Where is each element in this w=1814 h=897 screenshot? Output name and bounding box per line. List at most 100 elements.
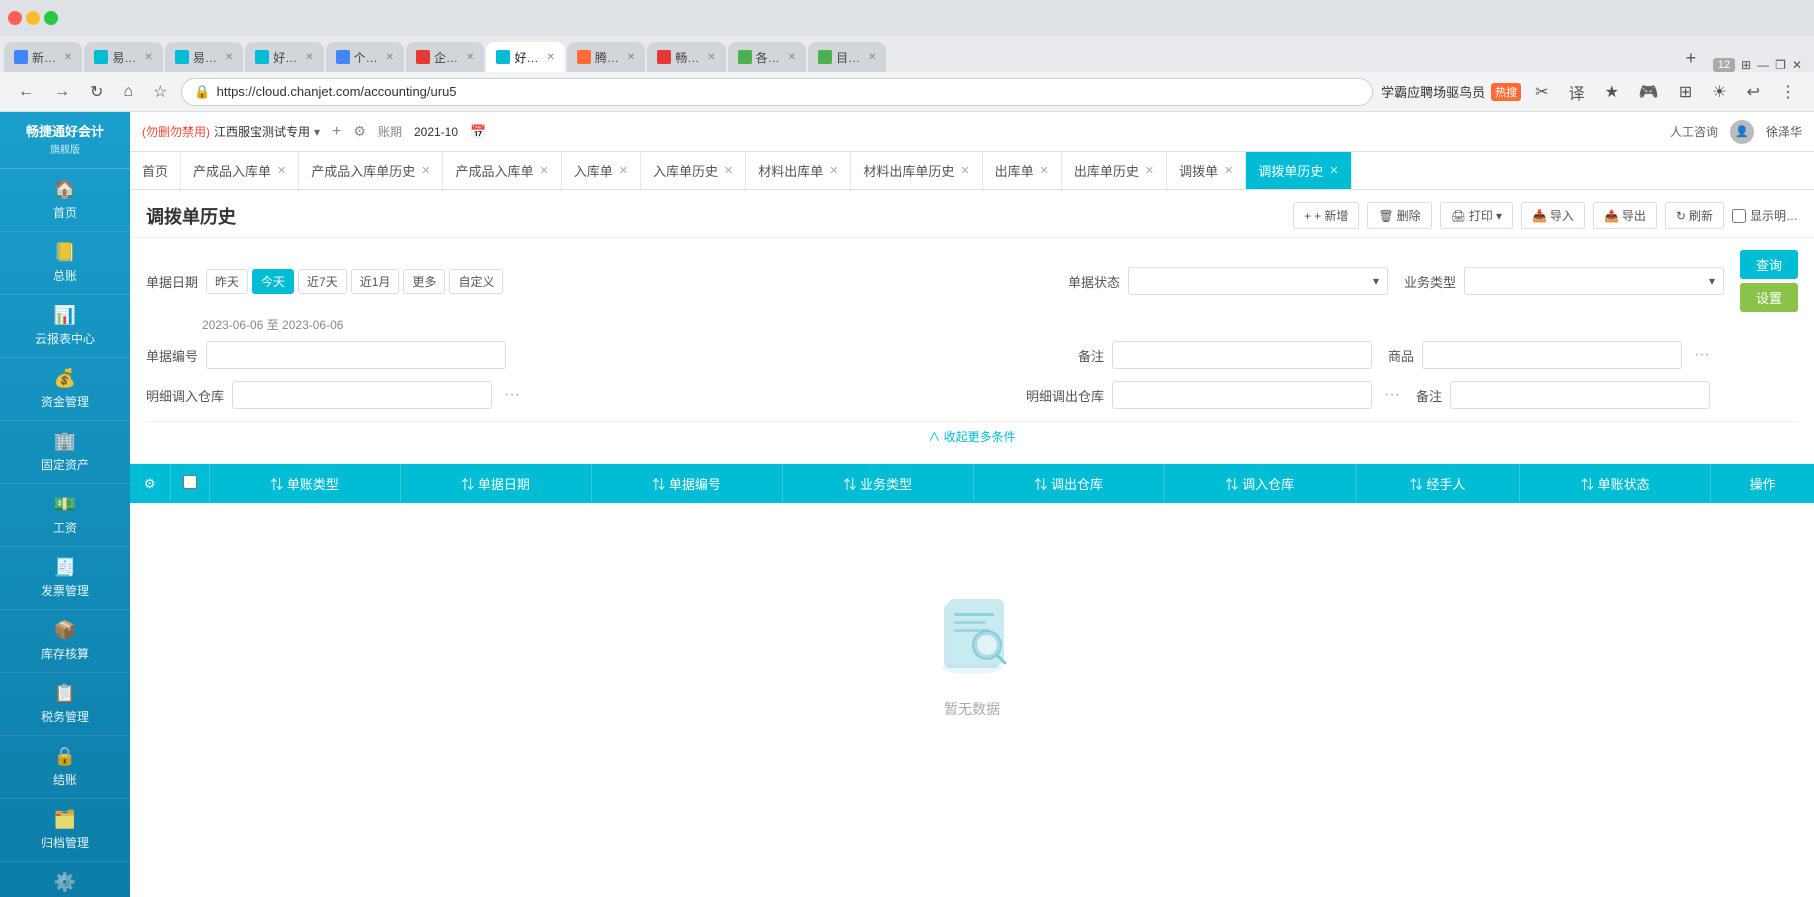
col-out_warehouse[interactable]: ⇅ 调出仓库 — [973, 464, 1164, 503]
page-tab-1[interactable]: 产成品入库单 ✕ — [181, 152, 299, 190]
col-in_warehouse[interactable]: ⇅ 调入仓库 — [1164, 464, 1355, 503]
goods-input[interactable] — [1422, 341, 1682, 369]
sidebar-item-assets[interactable]: 🏢 固定资产 — [0, 421, 130, 484]
browser-tab-t10[interactable]: 各… ✕ — [728, 42, 806, 72]
page-tab-5[interactable]: 入库单历史 ✕ — [641, 152, 746, 190]
import-btn[interactable]: 📥 导入 — [1521, 202, 1585, 229]
page-tab-6[interactable]: 材料出库单 ✕ — [746, 152, 851, 190]
page-tab-7[interactable]: 材料出库单历史 ✕ — [851, 152, 982, 190]
sidebar-item-settings[interactable]: ⚙️ 基础设置 — [0, 862, 130, 897]
page-tab-close-icon[interactable]: ✕ — [960, 164, 969, 177]
sidebar-item-report[interactable]: 📊 云报表中心 — [0, 295, 130, 358]
sidebar-item-ledger[interactable]: 📒 总账 — [0, 232, 130, 295]
remark2-input[interactable] — [1450, 381, 1710, 409]
dest-warehouse-dots[interactable]: ··· — [1384, 386, 1400, 404]
browser-tab-t2[interactable]: 易… ✕ — [84, 42, 162, 72]
col-doc_type[interactable]: ⇅ 单账类型 — [209, 464, 400, 503]
browser-tab-t7[interactable]: 好… ✕ — [486, 42, 564, 72]
sidebar-item-invoice[interactable]: 🧾 发票管理 — [0, 547, 130, 610]
table-settings-icon[interactable]: ⚙ — [144, 476, 156, 491]
biztype-select[interactable]: ▾ — [1464, 267, 1724, 295]
page-tab-4[interactable]: 入库单 ✕ — [562, 152, 641, 190]
browser-tab-t4[interactable]: 好… ✕ — [245, 42, 323, 72]
page-tab-close-icon[interactable]: ✕ — [829, 164, 838, 177]
page-tab-2[interactable]: 产成品入库单历史 ✕ — [299, 152, 443, 190]
page-tab-3[interactable]: 产成品入库单 ✕ — [443, 152, 561, 190]
col-biz_type[interactable]: ⇅ 业务类型 — [782, 464, 973, 503]
collapse-row[interactable]: ∧ 收起更多条件 — [146, 421, 1798, 451]
user-service[interactable]: 人工咨询 — [1670, 123, 1718, 140]
tab-close-icon[interactable]: ✕ — [64, 52, 72, 63]
date-btn-昨天[interactable]: 昨天 — [206, 269, 248, 294]
url-bar[interactable]: 🔒 https://cloud.chanjet.com/accounting/u… — [181, 78, 1373, 106]
calendar-icon[interactable]: 📅 — [470, 124, 486, 140]
home-btn[interactable]: ⌂ — [117, 81, 139, 103]
tab-close-icon[interactable]: ✕ — [386, 52, 394, 63]
history-btn[interactable]: ↩ — [1741, 80, 1766, 104]
tab-close-icon[interactable]: ✕ — [546, 52, 554, 63]
settings-icon[interactable]: ⚙ — [353, 123, 366, 140]
tab-close-icon[interactable]: ✕ — [788, 52, 796, 63]
date-btn-自定义[interactable]: 自定义 — [449, 269, 503, 294]
reload-btn[interactable]: ↻ — [84, 80, 109, 104]
browser-tab-t5[interactable]: 个… ✕ — [326, 42, 404, 72]
dest-warehouse-input[interactable] — [1112, 381, 1372, 409]
col-doc_no[interactable]: ⇅ 单据编号 — [591, 464, 782, 503]
star-btn[interactable]: ★ — [1599, 80, 1625, 104]
tab-close-icon[interactable]: ✕ — [225, 52, 233, 63]
browser-tab-t6[interactable]: 企… ✕ — [406, 42, 484, 72]
browser-tab-t1[interactable]: 新… ✕ — [4, 42, 82, 72]
tab-menu-icon[interactable]: ⊞ — [1741, 58, 1751, 72]
browser-tab-t11[interactable]: 目… ✕ — [808, 42, 886, 72]
col-handler[interactable]: ⇅ 经手人 — [1355, 464, 1520, 503]
date-btn-近1月[interactable]: 近1月 — [351, 269, 400, 294]
forward-btn[interactable]: → — [48, 81, 76, 103]
page-tab-close-icon[interactable]: ✕ — [1040, 164, 1049, 177]
sidebar-item-inventory[interactable]: 📦 库存核算 — [0, 610, 130, 673]
select-all-checkbox[interactable] — [183, 475, 197, 489]
goods-dots[interactable]: ··· — [1694, 346, 1710, 364]
company-selector[interactable]: (勿删勿禁用) 江西服宝测试专用 ▾ — [142, 123, 320, 140]
page-tab-close-icon[interactable]: ✕ — [724, 164, 733, 177]
source-warehouse-dots[interactable]: ··· — [504, 386, 520, 404]
date-btn-今天[interactable]: 今天 — [252, 269, 294, 294]
show-full-checkbox[interactable] — [1732, 209, 1746, 223]
sidebar-item-closing[interactable]: 🔒 结账 — [0, 736, 130, 799]
tab-close-icon[interactable]: ✕ — [707, 52, 715, 63]
tab-close-icon[interactable]: ✕ — [305, 52, 313, 63]
source-warehouse-input[interactable] — [232, 381, 492, 409]
page-tab-close-icon[interactable]: ✕ — [540, 164, 549, 177]
delete-btn[interactable]: 🗑 删除 — [1367, 202, 1431, 229]
tab-close-icon[interactable]: ✕ — [144, 52, 152, 63]
col-doc_status[interactable]: ⇅ 单账状态 — [1520, 464, 1711, 503]
browser-tab-t8[interactable]: 腾… ✕ — [567, 42, 645, 72]
docno-input[interactable] — [206, 341, 506, 369]
status-select[interactable]: ▾ — [1128, 267, 1388, 295]
col-doc_date[interactable]: ⇅ 单据日期 — [400, 464, 591, 503]
date-btn-更多[interactable]: 更多 — [403, 269, 445, 294]
page-tab-close-icon[interactable]: ✕ — [1329, 164, 1338, 177]
minimize-icon[interactable]: — — [1757, 58, 1769, 72]
menu-btn[interactable]: ⋮ — [1774, 80, 1802, 104]
new-btn[interactable]: + + 新增 — [1293, 202, 1359, 229]
date-btn-近7天[interactable]: 近7天 — [298, 269, 347, 294]
sidebar-item-tax[interactable]: 📋 税务管理 — [0, 673, 130, 736]
page-tab-11[interactable]: 调拨单历史 ✕ — [1246, 152, 1351, 190]
browser-tab-t9[interactable]: 畅… ✕ — [647, 42, 725, 72]
page-tab-close-icon[interactable]: ✕ — [421, 164, 430, 177]
page-tab-0[interactable]: 首页 — [130, 152, 181, 190]
extensions-btn[interactable]: ✂ — [1529, 80, 1554, 104]
tab-close-icon[interactable]: ✕ — [627, 52, 635, 63]
browser-tab-t3[interactable]: 易… ✕ — [165, 42, 243, 72]
close-icon[interactable]: ✕ — [1792, 58, 1802, 72]
page-tab-close-icon[interactable]: ✕ — [619, 164, 628, 177]
brightness-btn[interactable]: ☀ — [1706, 80, 1732, 104]
page-tab-9[interactable]: 出库单历史 ✕ — [1062, 152, 1167, 190]
minimize-window-btn[interactable] — [26, 11, 40, 25]
search-bar[interactable]: 学霸应聘场驱鸟员 热搜 — [1381, 82, 1521, 101]
page-tab-10[interactable]: 调拨单 ✕ — [1167, 152, 1246, 190]
tab-close-icon[interactable]: ✕ — [466, 52, 474, 63]
page-tab-8[interactable]: 出库单 ✕ — [983, 152, 1062, 190]
restore-icon[interactable]: ❐ — [1775, 58, 1786, 72]
print-btn[interactable]: 🖨 打印 ▾ — [1440, 202, 1513, 229]
